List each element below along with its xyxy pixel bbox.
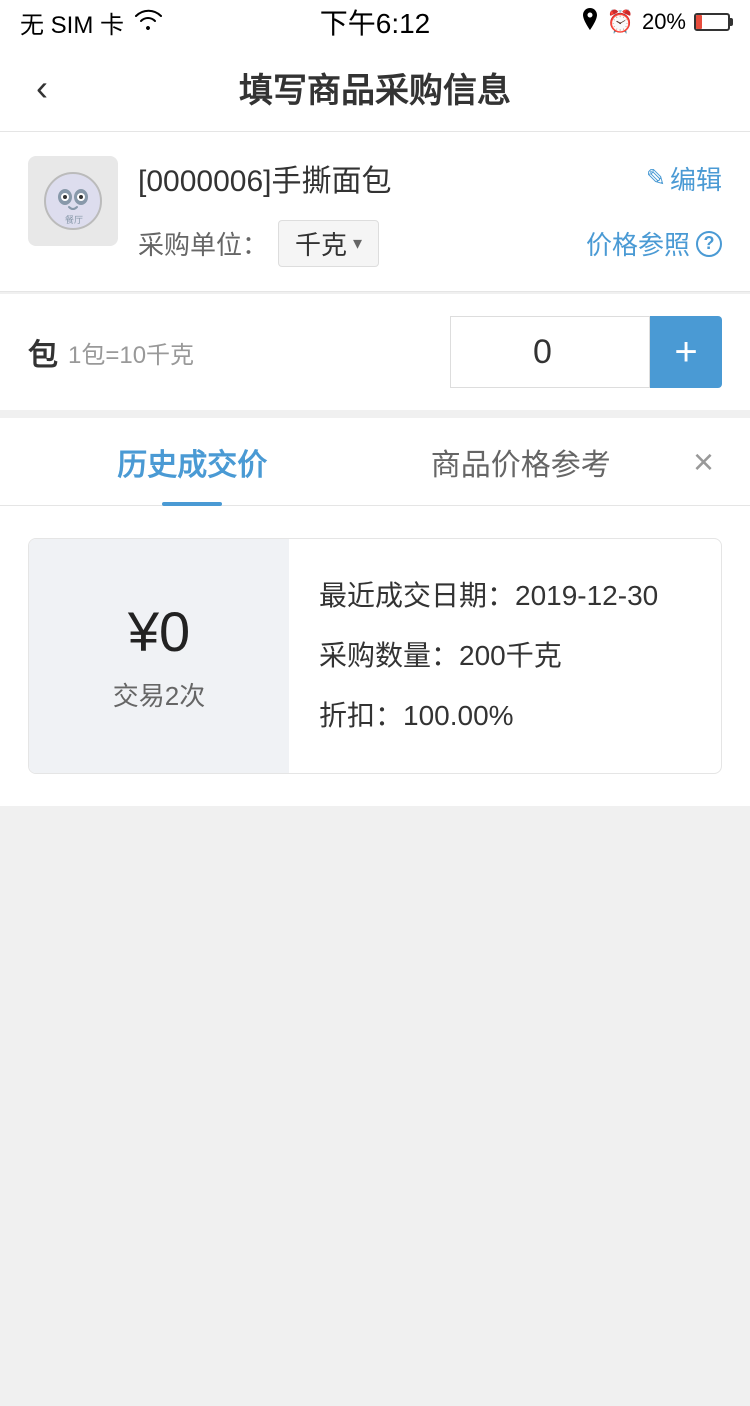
carrier-text: 无 SIM 卡 [20, 5, 124, 40]
recent-date: 最近成交日期：2019-12-30 [319, 575, 691, 617]
panel-tabs: 历史成交价 商品价格参考 × [0, 418, 750, 506]
panel: 历史成交价 商品价格参考 × ¥0 交易2次 最近成交日期：2019-12-30… [0, 418, 750, 806]
product-info: [0000006]手撕面包 ✎ 编辑 采购单位： 千克 ▾ 价格参照 ? [138, 156, 722, 267]
unit-conversion: 1包=10千克 [68, 335, 194, 370]
page-title: 填写商品采购信息 [239, 63, 511, 112]
product-name-row: [0000006]手撕面包 ✎ 编辑 [138, 156, 722, 200]
wifi-icon [134, 8, 162, 37]
back-button[interactable]: ‹ [28, 59, 56, 117]
product-unit-row: 采购单位： 千克 ▾ 价格参照 ? [138, 220, 722, 267]
price-reference-button[interactable]: 价格参照 ? [586, 225, 722, 262]
history-card: ¥0 交易2次 最近成交日期：2019-12-30 采购数量：200千克 折扣：… [28, 538, 722, 774]
status-bar: 无 SIM 卡 下午6:12 ⏰ 20% [0, 0, 750, 44]
status-time: 下午6:12 [320, 2, 431, 42]
bottom-area [0, 806, 750, 1406]
history-details-section: 最近成交日期：2019-12-30 采购数量：200千克 折扣：100.00% [289, 539, 721, 773]
discount: 折扣：100.00% [319, 695, 691, 737]
chevron-down-icon: ▾ [353, 233, 362, 254]
product-title: 手撕面包 [271, 165, 391, 198]
price-ref-label: 价格参照 [586, 225, 690, 262]
transaction-count: 交易2次 [113, 676, 205, 713]
currency-symbol: ¥ [128, 600, 159, 663]
unit-value: 千克 [295, 225, 347, 262]
panel-content: ¥0 交易2次 最近成交日期：2019-12-30 采购数量：200千克 折扣：… [0, 506, 750, 806]
status-right: ⏰ 20% [581, 8, 730, 36]
edit-button[interactable]: ✎ 编辑 [646, 160, 722, 197]
quantity-section: 包 1包=10千克 + [0, 294, 750, 418]
unit-label: 采购单位： 千克 ▾ [138, 220, 379, 267]
price-number: 0 [159, 600, 190, 663]
help-icon: ? [696, 231, 722, 257]
product-image: 餐厅 [28, 156, 118, 246]
unit-select-dropdown[interactable]: 千克 ▾ [278, 220, 379, 267]
location-icon [581, 8, 599, 36]
quantity-input[interactable] [450, 316, 650, 388]
edit-icon: ✎ [646, 164, 666, 193]
unit-badge: 包 [28, 330, 58, 374]
quantity-input-group: + [450, 316, 722, 388]
nav-bar: ‹ 填写商品采购信息 [0, 44, 750, 132]
quantity-plus-button[interactable]: + [650, 316, 722, 388]
quantity-label: 包 1包=10千克 [28, 330, 194, 374]
tab-history-label: 历史成交价 [117, 440, 267, 484]
battery-percent: 20% [642, 9, 686, 35]
history-price-section: ¥0 交易2次 [29, 539, 289, 773]
product-id: [0000006] [138, 165, 271, 198]
product-name: [0000006]手撕面包 [138, 156, 391, 200]
svg-text:餐厅: 餐厅 [65, 214, 83, 225]
tab-product-reference[interactable]: 商品价格参考 [356, 418, 684, 506]
status-left: 无 SIM 卡 [20, 5, 162, 40]
battery-icon [694, 13, 730, 31]
product-top: 餐厅 [0000006]手撕面包 ✎ 编辑 采购单位： 千克 ▾ [28, 156, 722, 267]
panel-close-button[interactable]: × [685, 433, 722, 491]
edit-label: 编辑 [670, 160, 722, 197]
tab-history-price[interactable]: 历史成交价 [28, 418, 356, 506]
history-price-value: ¥0 [128, 599, 190, 664]
product-card: 餐厅 [0000006]手撕面包 ✎ 编辑 采购单位： 千克 ▾ [0, 132, 750, 292]
tab-reference-label: 商品价格参考 [431, 440, 611, 484]
purchase-qty: 采购数量：200千克 [319, 635, 691, 677]
alarm-icon: ⏰ [607, 9, 634, 35]
unit-text: 采购单位： [138, 225, 268, 262]
